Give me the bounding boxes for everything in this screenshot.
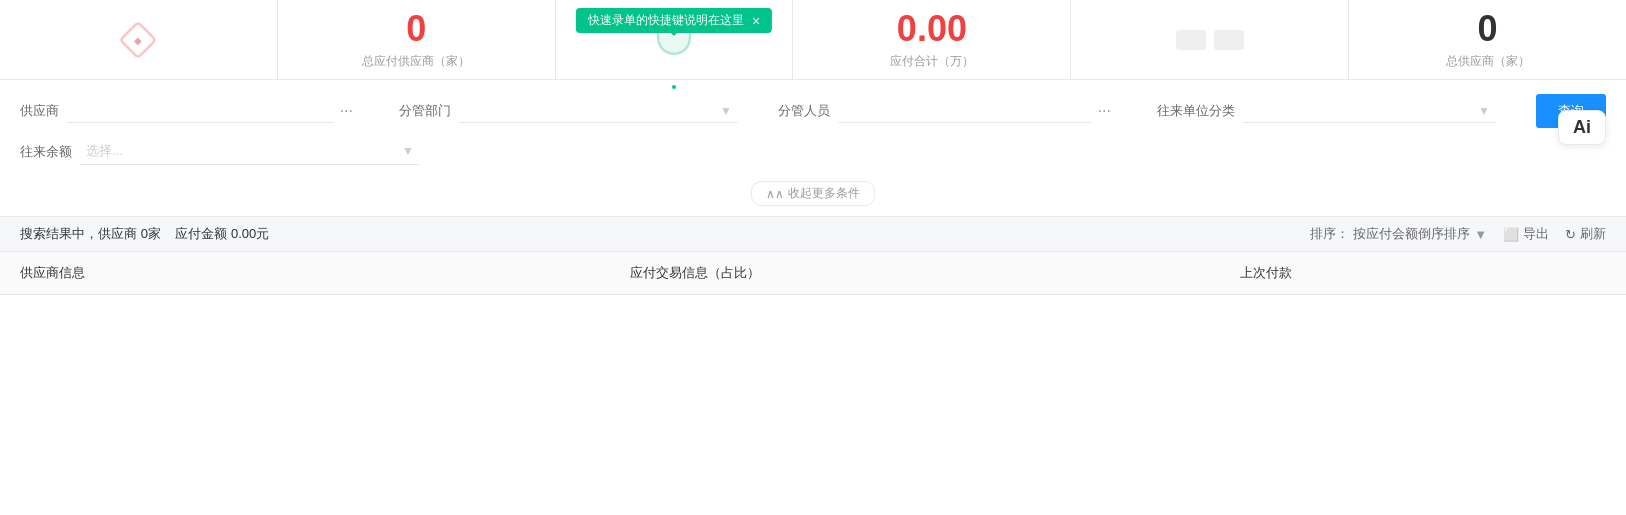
export-icon: ⬜ [1503,227,1519,242]
result-amount: 0.00元 [231,226,269,241]
result-count: 0家 [141,226,161,241]
stat-icons-placeholder [1071,0,1349,79]
refresh-button[interactable]: ↻ 刷新 [1565,225,1606,243]
tooltip-dot [670,83,678,91]
stat-total-suppliers: 0 总供应商（家） [1349,0,1626,79]
diamond-icon: ◆ [113,15,163,65]
sort-label: 排序： [1310,225,1349,243]
table-body [0,295,1626,515]
result-bar: 搜索结果中，供应商 0家 应付金额 0.00元 排序： 按应付会额倒序排序 ▼ … [0,217,1626,252]
filter-row-2: 往来余额 选择... ▼ [20,138,420,165]
refresh-icon: ↻ [1565,227,1576,242]
payable-suppliers-label: 总应付供应商（家） [362,53,470,70]
balance-label: 往来余额 [20,143,72,161]
dept-chevron-icon: ▼ [720,104,732,118]
result-amount-prefix: 应付金额 [175,226,227,241]
stats-section: ◆ 0 总应付供应商（家） 快速录单的快捷键说明在这里 × 0.00 应付合计（… [0,0,1626,80]
sort-select[interactable]: 排序： 按应付会额倒序排序 ▼ [1310,225,1487,243]
table-section: 供应商信息 应付交易信息（占比） 上次付款 [0,252,1626,515]
th-trade: 应付交易信息（占比） [630,264,1240,282]
table-header: 供应商信息 应付交易信息（占比） 上次付款 [0,252,1626,295]
dept-filter: 分管部门 ▼ [399,100,738,123]
stat-payable-suppliers: 0 总应付供应商（家） [278,0,556,79]
result-info: 搜索结果中，供应商 0家 应付金额 0.00元 [20,225,269,243]
unit-label: 往来单位分类 [1157,102,1235,120]
collapse-button[interactable]: ∧∧ 收起更多条件 [751,181,875,206]
balance-chevron-icon: ▼ [402,144,414,158]
payable-suppliers-value: 0 [406,9,426,49]
balance-filter: 往来余额 选择... ▼ [20,138,420,165]
sort-chevron-icon: ▼ [1474,227,1487,242]
person-filter: 分管人员 ··· [778,99,1117,123]
svg-text:◆: ◆ [134,35,142,46]
supplier-dots[interactable]: ··· [334,102,359,120]
dept-select[interactable]: ▼ [459,100,738,123]
dept-label: 分管部门 [399,102,451,120]
payable-total-value: 0.00 [897,9,967,49]
tooltip-text: 快速录单的快捷键说明在这里 [588,12,744,29]
collapse-up-icon: ∧∧ [766,187,784,201]
balance-select[interactable]: 选择... ▼ [80,138,420,165]
supplier-label: 供应商 [20,102,59,120]
unit-select[interactable]: ▼ [1243,100,1496,123]
supplier-input[interactable] [67,99,334,123]
tooltip-bar[interactable]: 快速录单的快捷键说明在这里 × [576,8,772,33]
refresh-label: 刷新 [1580,225,1606,243]
total-suppliers-label: 总供应商（家） [1446,53,1530,70]
person-dots[interactable]: ··· [1092,102,1117,120]
diamond-icon-block: ◆ [0,0,278,79]
ai-badge[interactable]: Ai [1558,110,1606,145]
result-prefix: 搜索结果中，供应商 [20,226,137,241]
tooltip-close-button[interactable]: × [752,14,760,28]
result-actions: 排序： 按应付会额倒序排序 ▼ ⬜ 导出 ↻ 刷新 [1310,225,1606,243]
th-supplier: 供应商信息 [20,264,630,282]
export-button[interactable]: ⬜ 导出 [1503,225,1549,243]
sort-value: 按应付会额倒序排序 [1353,225,1470,243]
payable-total-label: 应付合计（万） [890,53,974,70]
person-input[interactable] [838,99,1092,123]
total-suppliers-value: 0 [1478,9,1498,49]
person-label: 分管人员 [778,102,830,120]
balance-placeholder: 选择... [86,142,402,160]
collapse-text: 收起更多条件 [788,185,860,202]
export-label: 导出 [1523,225,1549,243]
supplier-filter: 供应商 ··· [20,99,359,123]
unit-chevron-icon: ▼ [1478,104,1490,118]
filter-row-1: 供应商 ··· 分管部门 ▼ 分管人员 ··· 往来单位分类 ▼ [20,94,1606,128]
th-lastpay: 上次付款 [1240,264,1606,282]
filter-section: 供应商 ··· 分管部门 ▼ 分管人员 ··· 往来单位分类 ▼ [0,80,1626,217]
stat-payable-total: 0.00 应付合计（万） [793,0,1071,79]
bag-icon-block: 快速录单的快捷键说明在这里 × [556,0,794,79]
collapse-bar: ∧∧ 收起更多条件 [20,175,1606,216]
unit-filter: 往来单位分类 ▼ [1157,100,1496,123]
